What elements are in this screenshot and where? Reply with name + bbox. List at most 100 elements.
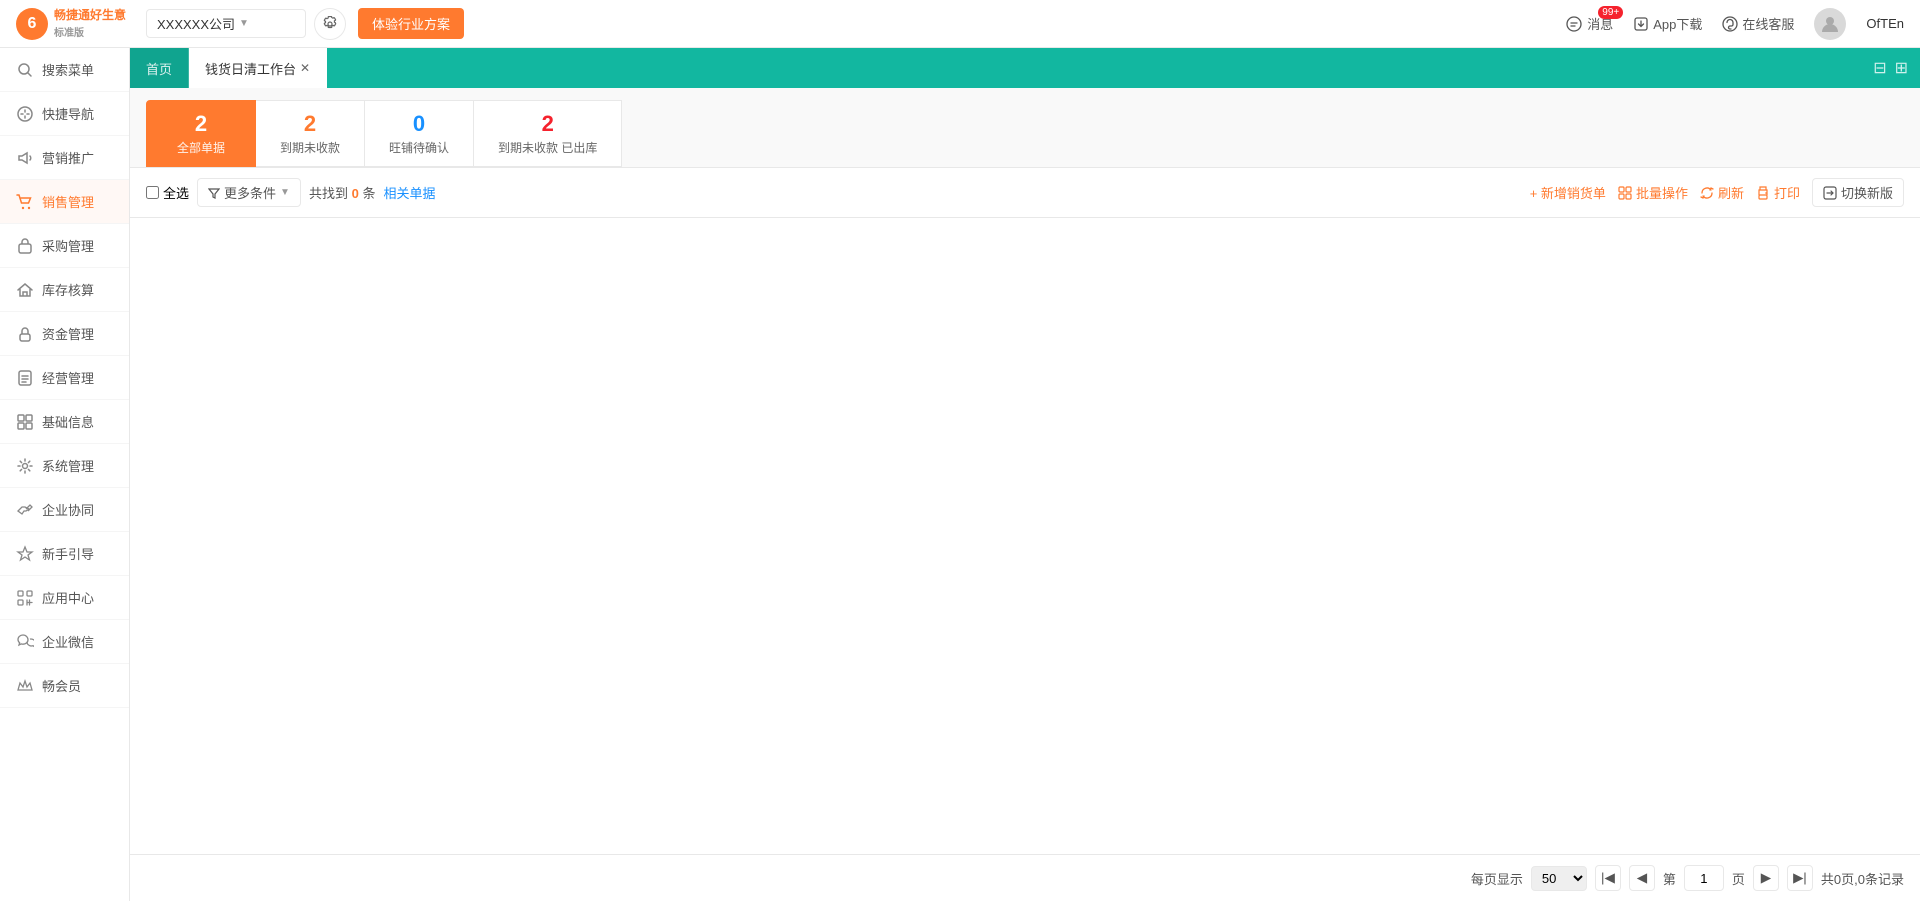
stat-tab-all[interactable]: 2 全部单据: [146, 100, 256, 167]
pagination: 每页显示 50 100 200 |◀ ◀ 第 页 ▶ ▶| 共0页,0条记录: [130, 854, 1920, 901]
select-all-checkbox[interactable]: 全选: [146, 183, 189, 202]
company-dropdown-icon: ▼: [239, 18, 249, 29]
sidebar-label: 经营管理: [42, 368, 94, 387]
sidebar-item-guide[interactable]: 新手引导: [0, 532, 129, 576]
page-suffix: 页: [1732, 869, 1745, 888]
messages-button[interactable]: 消息 99+: [1565, 14, 1613, 33]
star-icon: [16, 545, 34, 563]
switch-version-button[interactable]: 切换新版: [1812, 178, 1904, 207]
online-service-label: 在线客服: [1742, 14, 1794, 33]
found-count: 0: [352, 186, 359, 201]
sidebar-item-wechat[interactable]: 企业微信: [0, 620, 129, 664]
found-text: 共找到 0 条: [309, 183, 376, 202]
sidebar-label: 库存核算: [42, 280, 94, 299]
compass-icon: [16, 105, 34, 123]
stat-tab-out[interactable]: 2 到期未收款 已出库: [473, 100, 622, 167]
batch-button[interactable]: 批量操作: [1618, 183, 1688, 202]
page-number-input[interactable]: [1684, 865, 1724, 891]
app-download-label: App下载: [1653, 14, 1702, 33]
sidebar-item-operations[interactable]: 经营管理: [0, 356, 129, 400]
sidebar-label: 应用中心: [42, 588, 94, 607]
company-name: XXXXXX公司: [157, 14, 235, 33]
app-download-button[interactable]: App下载: [1633, 14, 1702, 33]
sidebar-item-search-menu[interactable]: 搜索菜单: [0, 48, 129, 92]
sidebar-item-quick-nav[interactable]: 快捷导航: [0, 92, 129, 136]
print-button[interactable]: 打印: [1756, 183, 1800, 202]
switch-label: 切换新版: [1841, 183, 1893, 202]
cart-icon: [16, 193, 34, 211]
experience-button[interactable]: 体验行业方案: [358, 8, 464, 39]
logo-area: 6 畅捷通好生意 标准版: [16, 8, 146, 40]
sidebar-item-system[interactable]: 系统管理: [0, 444, 129, 488]
sidebar-item-purchase[interactable]: 采购管理: [0, 224, 129, 268]
tab-expand-icon[interactable]: ⊞: [1895, 58, 1908, 78]
logo-icon: 6: [16, 8, 48, 40]
gear-icon: [16, 457, 34, 475]
per-page-label: 每页显示: [1471, 869, 1523, 888]
house-icon: [16, 281, 34, 299]
tab-minimize-icon[interactable]: ⊟: [1873, 58, 1886, 78]
per-page-select[interactable]: 50 100 200: [1531, 866, 1587, 891]
sidebar: 搜索菜单 快捷导航 营销推广 销售管理 采购管理: [0, 48, 130, 901]
refresh-label: 刷新: [1718, 183, 1744, 202]
sidebar-label: 销售管理: [42, 192, 94, 211]
related-link[interactable]: 相关单据: [383, 183, 435, 202]
username: OfTEn: [1866, 16, 1904, 31]
add-button[interactable]: + 新增销货单: [1530, 183, 1606, 202]
sidebar-label: 搜索菜单: [42, 60, 94, 79]
sidebar-item-inventory[interactable]: 库存核算: [0, 268, 129, 312]
sidebar-item-sales[interactable]: 销售管理: [0, 180, 129, 224]
wechat-icon: [16, 633, 34, 651]
sidebar-item-capital[interactable]: 资金管理: [0, 312, 129, 356]
bag-icon: [16, 237, 34, 255]
stat-label-all: 全部单据: [177, 139, 225, 156]
filter-button[interactable]: 更多条件 ▼: [197, 178, 301, 207]
first-page-button[interactable]: |◀: [1595, 865, 1621, 891]
prev-page-button[interactable]: ◀: [1629, 865, 1655, 891]
refresh-icon: [1700, 186, 1714, 200]
tab-home[interactable]: 首页: [130, 48, 189, 88]
top-header: 6 畅捷通好生意 标准版 XXXXXX公司 ▼ 体验行业方案 消息 99+: [0, 0, 1920, 48]
sidebar-item-marketing[interactable]: 营销推广: [0, 136, 129, 180]
last-page-button[interactable]: ▶|: [1787, 865, 1813, 891]
main-content: 2 全部单据 2 到期未收款 0 旺铺待确认 2 到期未收款 已出库 全选: [130, 88, 1920, 901]
sidebar-label: 企业微信: [42, 632, 94, 651]
tab-workbench[interactable]: 钱货日清工作台 ✕: [189, 48, 327, 88]
grid-icon: [16, 413, 34, 431]
sidebar-label: 资金管理: [42, 324, 94, 343]
total-label: 共0页,0条记录: [1821, 869, 1904, 888]
sidebar-item-base-info[interactable]: 基础信息: [0, 400, 129, 444]
company-selector[interactable]: XXXXXX公司 ▼: [146, 9, 306, 38]
sidebar-label: 新手引导: [42, 544, 94, 563]
page-prefix: 第: [1663, 869, 1676, 888]
sidebar-item-vip[interactable]: 畅会员: [0, 664, 129, 708]
stat-label-overdue: 到期未收款: [280, 139, 340, 156]
avatar[interactable]: [1814, 8, 1846, 40]
sidebar-item-enterprise[interactable]: 企业协同: [0, 488, 129, 532]
table-area: [130, 218, 1920, 854]
stat-label-out: 到期未收款 已出库: [498, 139, 597, 156]
search-icon: [16, 61, 34, 79]
workbench: 2 全部单据 2 到期未收款 0 旺铺待确认 2 到期未收款 已出库 全选: [130, 88, 1920, 901]
messages-badge: 99+: [1598, 6, 1623, 19]
toolbar-left: 全选 更多条件 ▼ 共找到 0 条 相关单据: [146, 178, 435, 207]
vip-icon: [16, 677, 34, 695]
sidebar-item-appstore[interactable]: 应用中心: [0, 576, 129, 620]
tab-close-icon[interactable]: ✕: [300, 61, 310, 75]
logo-text: 畅捷通好生意: [54, 8, 126, 24]
online-service-button[interactable]: 在线客服: [1722, 14, 1794, 33]
batch-icon: [1618, 186, 1632, 200]
select-all-input[interactable]: [146, 186, 159, 199]
sidebar-label: 企业协同: [42, 500, 94, 519]
refresh-button[interactable]: 刷新: [1700, 183, 1744, 202]
stat-num-out: 2: [542, 111, 554, 137]
tab-home-label: 首页: [146, 59, 172, 78]
sidebar-label: 采购管理: [42, 236, 94, 255]
stat-tab-pending[interactable]: 0 旺铺待确认: [364, 100, 474, 167]
next-page-button[interactable]: ▶: [1753, 865, 1779, 891]
sidebar-label: 快捷导航: [42, 104, 94, 123]
stat-num-all: 2: [195, 111, 207, 137]
stat-tab-overdue[interactable]: 2 到期未收款: [255, 100, 365, 167]
batch-label: 批量操作: [1636, 183, 1688, 202]
settings-button[interactable]: [314, 8, 346, 40]
